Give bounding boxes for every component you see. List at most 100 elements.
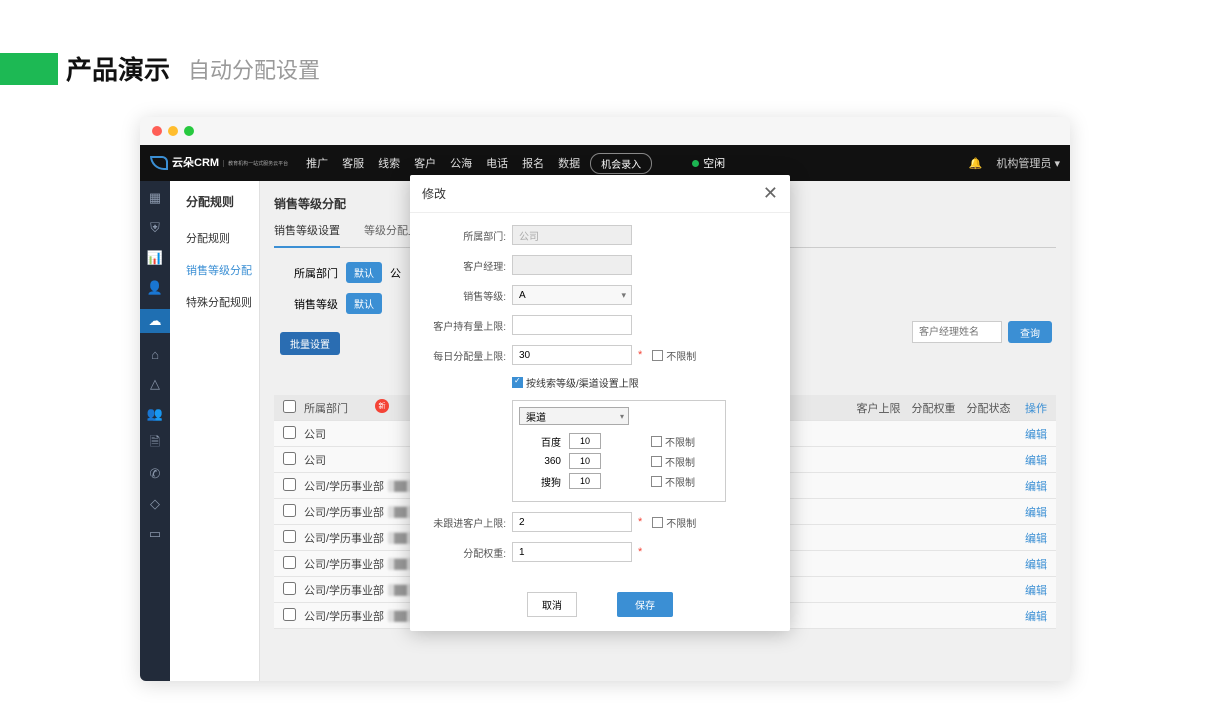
- channel-name: 搜狗: [519, 474, 569, 489]
- close-icon[interactable]: ✕: [763, 183, 778, 204]
- side-item-special[interactable]: 特殊分配规则: [170, 286, 259, 318]
- channel-value-input[interactable]: [569, 473, 601, 489]
- maximize-window-dot[interactable]: [184, 126, 194, 136]
- nav-item-pool[interactable]: 公海: [450, 155, 472, 171]
- m-unfollow-label: 未跟进客户上限:: [428, 515, 512, 530]
- side-panel-title: 分配规则: [170, 181, 259, 222]
- channel-name: 百度: [519, 434, 569, 449]
- logo[interactable]: 云朵CRM 教育机构一站式服务云平台: [150, 156, 288, 170]
- sidebar-icon-dashboard[interactable]: ▦: [146, 189, 164, 207]
- row-checkbox[interactable]: [283, 530, 296, 543]
- logo-tagline: 教育机构一站式服务云平台: [223, 160, 288, 167]
- m-unfollow-input[interactable]: [512, 512, 632, 532]
- status-indicator: 空闲: [692, 155, 725, 171]
- row-checkbox[interactable]: [283, 608, 296, 621]
- sidebar-icon-team[interactable]: 👥: [146, 405, 164, 423]
- side-item-rule[interactable]: 分配规则: [170, 222, 259, 254]
- icon-sidebar: ▦ ⛨ 📊 👤 ☁ ⌂ △ 👥 🗎 ✆ ◇ ▭: [140, 181, 170, 681]
- sidebar-icon-tag[interactable]: ◇: [146, 495, 164, 513]
- status-dot-icon: [692, 160, 699, 167]
- save-button[interactable]: 保存: [617, 592, 673, 617]
- channel-unlimited[interactable]: 不限制: [651, 474, 695, 489]
- m-weight-label: 分配权重:: [428, 545, 512, 560]
- tab-level-setting[interactable]: 销售等级设置: [274, 222, 340, 248]
- main-area: ▦ ⛨ 📊 👤 ☁ ⌂ △ 👥 🗎 ✆ ◇ ▭ 分配规则 分配规则 销售等级分配…: [140, 181, 1070, 681]
- minimize-window-dot[interactable]: [168, 126, 178, 136]
- row-checkbox[interactable]: [283, 426, 296, 439]
- channel-type-select[interactable]: 渠道: [519, 407, 629, 425]
- record-opportunity-button[interactable]: 机会录入: [590, 153, 652, 174]
- sidebar-icon-home[interactable]: ⌂: [146, 345, 164, 363]
- sidebar-icon-flow[interactable]: ☁: [140, 309, 170, 333]
- batch-set-button[interactable]: 批量设置: [280, 332, 340, 355]
- manager-search-input[interactable]: [912, 321, 1002, 343]
- m-dept-input: [512, 225, 632, 245]
- sidebar-icon-chart[interactable]: 📊: [146, 249, 164, 267]
- m-by-channel-checkbox[interactable]: 按线索等级/渠道设置上限: [512, 375, 639, 390]
- channel-value-input[interactable]: [569, 453, 601, 469]
- user-menu[interactable]: 机构管理员 ▾: [996, 155, 1060, 171]
- row-checkbox[interactable]: [283, 556, 296, 569]
- col-status: 分配状态: [961, 400, 1016, 416]
- m-level-label: 销售等级:: [428, 288, 512, 303]
- edit-link[interactable]: 编辑: [1016, 478, 1056, 494]
- channel-value-input[interactable]: [569, 433, 601, 449]
- nav-item-service[interactable]: 客服: [342, 155, 364, 171]
- sidebar-icon-shield[interactable]: ⛨: [146, 219, 164, 237]
- nav-item-signup[interactable]: 报名: [522, 155, 544, 171]
- channel-unlimited[interactable]: 不限制: [651, 454, 695, 469]
- m-hold-input[interactable]: [512, 315, 632, 335]
- nav-item-leads[interactable]: 线索: [378, 155, 400, 171]
- accent-block: [0, 53, 58, 85]
- side-item-sales-level[interactable]: 销售等级分配: [170, 254, 259, 286]
- sidebar-icon-phone[interactable]: ✆: [146, 465, 164, 483]
- edit-link[interactable]: 编辑: [1016, 556, 1056, 572]
- col-op: 操作: [1016, 400, 1056, 416]
- row-checkbox[interactable]: [283, 504, 296, 517]
- edit-link[interactable]: 编辑: [1016, 582, 1056, 598]
- dept-value: 公: [390, 265, 401, 281]
- edit-link[interactable]: 编辑: [1016, 504, 1056, 520]
- cancel-button[interactable]: 取消: [527, 592, 577, 617]
- edit-link[interactable]: 编辑: [1016, 426, 1056, 442]
- nav-item-phone[interactable]: 电话: [486, 155, 508, 171]
- row-checkbox[interactable]: [283, 582, 296, 595]
- sidebar-icon-warning[interactable]: △: [146, 375, 164, 393]
- sidebar-icon-card[interactable]: ▭: [146, 525, 164, 543]
- nav-item-data[interactable]: 数据: [558, 155, 580, 171]
- edit-link[interactable]: 编辑: [1016, 530, 1056, 546]
- dept-default-button[interactable]: 默认: [346, 262, 382, 283]
- page-title: 产品演示: [66, 50, 170, 87]
- nav-item-promotion[interactable]: 推广: [306, 155, 328, 171]
- row-checkbox[interactable]: [283, 478, 296, 491]
- m-daily-input[interactable]: [512, 345, 632, 365]
- close-window-dot[interactable]: [152, 126, 162, 136]
- level-default-button[interactable]: 默认: [346, 293, 382, 314]
- m-weight-input[interactable]: [512, 542, 632, 562]
- nav-item-customers[interactable]: 客户: [414, 155, 436, 171]
- status-text: 空闲: [703, 155, 725, 171]
- m-manager-input: [512, 255, 632, 275]
- row-checkbox[interactable]: [283, 452, 296, 465]
- query-button[interactable]: 查询: [1008, 321, 1052, 343]
- select-all-checkbox[interactable]: [283, 400, 296, 413]
- edit-link[interactable]: 编辑: [1016, 452, 1056, 468]
- col-limit: 客户上限: [851, 400, 906, 416]
- channel-unlimited[interactable]: 不限制: [651, 434, 695, 449]
- bell-icon[interactable]: 🔔: [969, 157, 983, 170]
- m-unfollow-unlimited[interactable]: 不限制: [652, 515, 696, 530]
- logo-icon: [150, 156, 168, 170]
- edit-link[interactable]: 编辑: [1016, 608, 1056, 624]
- content-area: 新 销售等级分配 销售等级设置 等级分配上限 所属部门 默认 公 销售等级 默认…: [260, 181, 1070, 681]
- page-header: 产品演示 自动分配设置: [0, 0, 1210, 117]
- level-label: 销售等级: [294, 296, 338, 312]
- sidebar-icon-doc[interactable]: 🗎: [146, 435, 164, 453]
- sidebar-icon-user[interactable]: 👤: [146, 279, 164, 297]
- m-daily-unlimited[interactable]: 不限制: [652, 348, 696, 363]
- page-subtitle: 自动分配设置: [188, 53, 320, 85]
- channel-name: 360: [519, 456, 569, 467]
- m-level-select[interactable]: A: [512, 285, 632, 305]
- channel-row: 百度 不限制: [513, 431, 725, 451]
- modal-title: 修改: [422, 185, 446, 202]
- channel-row: 搜狗 不限制: [513, 471, 725, 491]
